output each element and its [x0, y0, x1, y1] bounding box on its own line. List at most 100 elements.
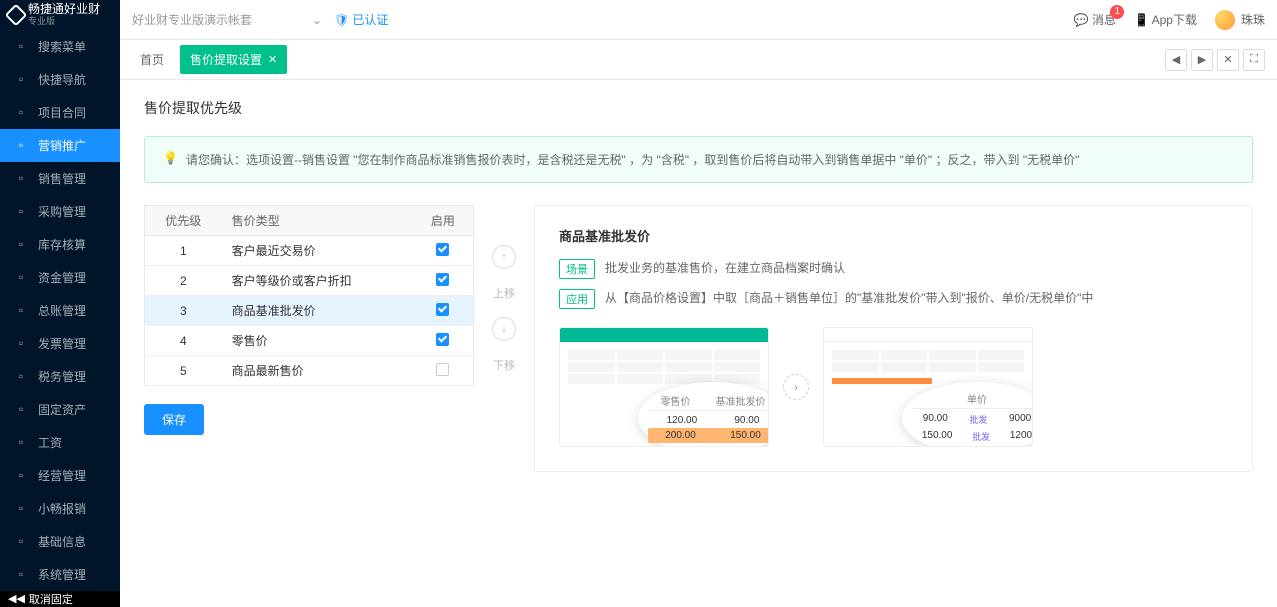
table-row[interactable]: 2客户等级价或客户折扣	[145, 266, 474, 296]
move-down-button[interactable]: ↓	[492, 317, 516, 341]
sidebar-item-2[interactable]: ▫ 项目合同	[0, 96, 120, 129]
biz-icon: ▫	[14, 468, 28, 482]
doc-icon: ▫	[14, 105, 28, 119]
enable-checkbox[interactable]	[436, 333, 449, 346]
sidebar-item-label: 资金管理	[38, 269, 86, 286]
topbar: 好业财专业版演示帐套 ⌄ 🛡 已认证 💬 消息 1 📱 App下载	[120, 0, 1277, 40]
chat-icon: 💬	[1074, 13, 1089, 27]
salary-icon: ▫	[14, 435, 28, 449]
sidebar-item-label: 发票管理	[38, 335, 86, 352]
fullscreen-button[interactable]: ⛶	[1243, 49, 1265, 71]
row-priority: 2	[145, 266, 222, 296]
messages-count: 1	[1110, 5, 1124, 19]
enable-checkbox[interactable]	[436, 363, 449, 376]
coin-icon: ▫	[14, 270, 28, 284]
detail-panel: 商品基准批发价 场景 批发业务的基准售价，在建立商品档案时确认 应用 从【商品价…	[534, 205, 1253, 472]
sidebar-item-5[interactable]: ▫ 采购管理	[0, 195, 120, 228]
logo-icon	[5, 4, 28, 27]
tip-box: 💡 请您确认：选项设置--销售设置 "您在制作商品标准销售报价表时，是含税还是无…	[144, 136, 1253, 183]
sidebar-item-label: 税务管理	[38, 368, 86, 385]
table-row[interactable]: 3商品基准批发价	[145, 296, 474, 326]
invoice-icon: ▫	[14, 336, 28, 350]
sidebar-item-label: 固定资产	[38, 401, 86, 418]
enable-checkbox[interactable]	[436, 243, 449, 256]
row-priority: 1	[145, 236, 222, 266]
table-row[interactable]: 4零售价	[145, 326, 474, 356]
tab-next-button[interactable]: ▶	[1191, 49, 1213, 71]
row-type: 商品基准批发价	[222, 296, 413, 326]
tab-active-label: 售价提取设置	[190, 51, 262, 68]
sidebar-item-1[interactable]: ▫ 快捷导航	[0, 63, 120, 96]
messages-button[interactable]: 💬 消息 1	[1074, 11, 1116, 28]
tab-home[interactable]: 首页	[132, 51, 172, 68]
tab-prev-button[interactable]: ◀	[1165, 49, 1187, 71]
move-up-button[interactable]: ↑	[492, 245, 516, 269]
brand-logo: 畅捷通好业财 专业版	[0, 0, 120, 30]
apply-tag: 应用	[559, 289, 595, 309]
sidebar: 畅捷通好业财 专业版 ▫搜索菜单▫快捷导航▫项目合同▫营销推广▫销售管理▫采购管…	[0, 0, 120, 607]
bubble-target: 单价 90.00批发9000 150.00批发1200	[902, 382, 1033, 447]
verified-badge: 🛡 已认证	[334, 11, 388, 28]
tabbar: 首页 售价提取设置 ✕ ◀ ▶ ✕ ⛶	[120, 40, 1277, 80]
arrow-right-icon: ›	[783, 374, 809, 400]
sys-icon: ▫	[14, 567, 28, 581]
sidebar-item-label: 项目合同	[38, 104, 86, 121]
tab-active[interactable]: 售价提取设置 ✕	[180, 45, 287, 74]
sidebar-item-label: 销售管理	[38, 170, 86, 187]
mock-right: 单价 90.00批发9000 150.00批发1200	[823, 327, 1033, 447]
table-row[interactable]: 1客户最近交易价	[145, 236, 474, 266]
bag-icon: ▫	[14, 204, 28, 218]
sidebar-item-0[interactable]: ▫搜索菜单	[0, 30, 120, 63]
sidebar-item-label: 总账管理	[38, 302, 86, 319]
sidebar-item-15[interactable]: ▫基础信息	[0, 525, 120, 558]
detail-title: 商品基准批发价	[559, 226, 1228, 245]
sidebar-item-10[interactable]: ▫税务管理	[0, 360, 120, 393]
enable-checkbox[interactable]	[436, 273, 449, 286]
sidebar-item-16[interactable]: ▫系统管理	[0, 558, 120, 591]
sidebar-item-8[interactable]: ▫总账管理	[0, 294, 120, 327]
move-down-label: 下移	[493, 357, 515, 373]
sidebar-item-9[interactable]: ▫ 发票管理	[0, 327, 120, 360]
base-icon: ▫	[14, 534, 28, 548]
sidebar-item-label: 小畅报销	[38, 500, 86, 517]
app-download-button[interactable]: 📱 App下载	[1134, 11, 1197, 28]
verified-label: 已认证	[352, 11, 388, 28]
row-priority: 5	[145, 356, 222, 386]
sidebar-item-3[interactable]: ▫营销推广	[0, 129, 120, 162]
report-icon: ▫	[14, 501, 28, 515]
account-selector[interactable]: 好业财专业版演示帐套 ⌄	[132, 11, 322, 28]
user-menu[interactable]: 珠珠	[1215, 10, 1265, 30]
shield-icon: 🛡	[334, 13, 349, 27]
scene-text: 批发业务的基准售价，在建立商品档案时确认	[605, 259, 845, 278]
table-row[interactable]: 5商品最新售价	[145, 356, 474, 386]
save-button[interactable]: 保存	[144, 404, 204, 435]
row-priority: 4	[145, 326, 222, 356]
content: 售价提取优先级 💡 请您确认：选项设置--销售设置 "您在制作商品标准销售报价表…	[120, 80, 1277, 607]
sidebar-item-label: 快捷导航	[38, 71, 86, 88]
page-title: 售价提取优先级	[144, 98, 1253, 118]
sidebar-item-4[interactable]: ▫ 销售管理	[0, 162, 120, 195]
sidebar-item-7[interactable]: ▫ 资金管理	[0, 261, 120, 294]
sidebar-item-6[interactable]: ▫库存核算	[0, 228, 120, 261]
pin-icon: ◀◀	[8, 592, 25, 605]
gift-icon: ▫	[14, 138, 28, 152]
home-icon: ▫	[14, 72, 28, 86]
lightbulb-icon: 💡	[163, 151, 178, 168]
move-up-label: 上移	[493, 285, 515, 301]
enable-checkbox[interactable]	[436, 303, 449, 316]
close-icon[interactable]: ✕	[268, 53, 277, 66]
tip-text: 请您确认：选项设置--销售设置 "您在制作商品标准销售报价表时，是含税还是无税"…	[186, 151, 1079, 168]
cart-icon: ▫	[14, 171, 28, 185]
sidebar-item-11[interactable]: ▫固定资产	[0, 393, 120, 426]
tab-close-all-button[interactable]: ✕	[1217, 49, 1239, 71]
sidebar-item-12[interactable]: ▫工资	[0, 426, 120, 459]
user-name: 珠珠	[1241, 11, 1265, 28]
row-type: 零售价	[222, 326, 413, 356]
pin-label: 取消固定	[29, 591, 73, 607]
apply-text: 从【商品价格设置】中取［商品＋销售单位］的"基准批发价"带入到"报价、单价/无税…	[605, 289, 1093, 308]
sidebar-item-14[interactable]: ▫ 小畅报销	[0, 492, 120, 525]
pin-toggle[interactable]: ◀◀ 取消固定	[0, 591, 120, 607]
sidebar-item-label: 采购管理	[38, 203, 86, 220]
col-type: 售价类型	[222, 206, 413, 236]
sidebar-item-13[interactable]: ▫经营管理	[0, 459, 120, 492]
